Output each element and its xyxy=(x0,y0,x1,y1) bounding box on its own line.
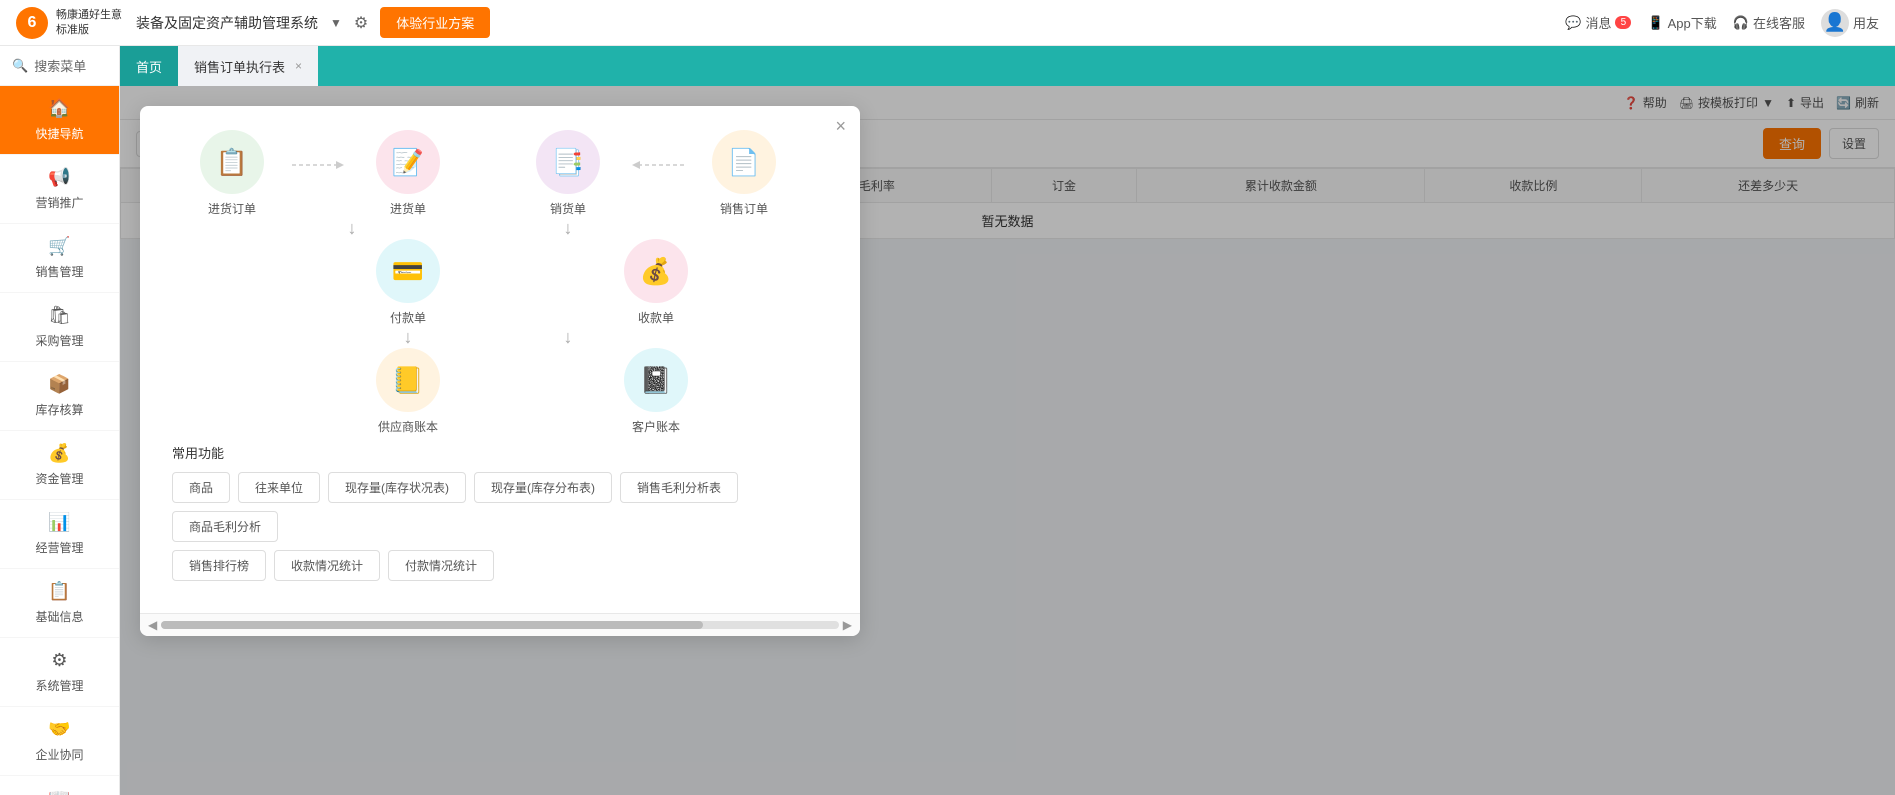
modal-overlay: × 📋 xyxy=(120,86,1895,795)
scroll-right-button[interactable]: ▶ xyxy=(843,618,852,632)
tab-bar: 首页 销售订单执行表 × xyxy=(120,46,1895,86)
customer-circle[interactable]: 📓 xyxy=(624,348,688,412)
purchase-order-circle[interactable]: 📋 xyxy=(200,130,264,194)
purchase-bill-label: 进货单 xyxy=(390,200,426,217)
message-badge: 5 xyxy=(1615,16,1631,29)
message-button[interactable]: 💬 消息 5 xyxy=(1565,13,1631,32)
supplier-label: 供应商账本 xyxy=(378,418,438,435)
purchase-order-label: 进货订单 xyxy=(208,200,256,217)
enterprise-icon: 🤝 xyxy=(48,719,70,740)
func-btn-stock-status[interactable]: 现存量(库存状况表) xyxy=(328,472,466,503)
gear-button[interactable]: ⚙ xyxy=(354,13,368,33)
modal-box: × 📋 xyxy=(140,106,860,636)
sidebar-item-purchase[interactable]: 🛍 采购管理 xyxy=(0,293,119,362)
sidebar: 🔍 搜索菜单 🏠 快捷导航 📢 营销推广 🛒 销售管理 🛍 采购管理 📦 库存核… xyxy=(0,46,120,795)
app-download-button[interactable]: 📱 App下载 xyxy=(1647,13,1716,32)
sales-order-label: 销售订单 xyxy=(720,200,768,217)
purchase-icon: 🛍 xyxy=(48,305,71,326)
flow-node-customer-account[interactable]: 📓 客户账本 xyxy=(596,348,716,435)
modal-close-button[interactable]: × xyxy=(835,116,846,137)
func-btn-receipt-stats[interactable]: 收款情况统计 xyxy=(274,550,380,581)
operation-icon: 📊 xyxy=(48,512,70,533)
receipt-circle[interactable]: 💰 xyxy=(624,239,688,303)
top-header: 6 畅康通好生意 标准版 装备及固定资产辅助管理系统 ▼ ⚙ 体验行业方案 💬 … xyxy=(0,0,1895,46)
flow-node-purchase-order[interactable]: 📋 进货订单 xyxy=(172,130,292,217)
tab-home[interactable]: 首页 xyxy=(120,46,178,86)
sidebar-item-quick-nav[interactable]: 🏠 快捷导航 xyxy=(0,86,119,155)
arrow-sales-order-to-bill xyxy=(628,157,684,173)
payment-circle[interactable]: 💳 xyxy=(376,239,440,303)
scrollbar-thumb xyxy=(161,621,703,629)
sales-bill-label: 销货单 xyxy=(550,200,586,217)
sidebar-search[interactable]: 🔍 搜索菜单 xyxy=(0,46,119,86)
sales-order-circle[interactable]: 📄 xyxy=(712,130,776,194)
app-icon: 📱 xyxy=(1647,15,1663,31)
purchase-bill-circle[interactable]: 📝 xyxy=(376,130,440,194)
logo-area: 6 畅康通好生意 标准版 xyxy=(16,7,136,39)
sales-icon: 🛒 xyxy=(48,236,70,257)
supplier-circle[interactable]: 📒 xyxy=(376,348,440,412)
logo-text: 畅康通好生意 标准版 xyxy=(56,8,122,37)
avatar: 👤 xyxy=(1821,9,1849,37)
sidebar-item-system[interactable]: ⚙ 系统管理 xyxy=(0,638,119,707)
online-service-button[interactable]: 🎧 在线客服 xyxy=(1733,13,1805,32)
base-icon: 📋 xyxy=(48,581,70,602)
header-main: 装备及固定资产辅助管理系统 ▼ ⚙ 体验行业方案 xyxy=(136,7,1565,38)
flow-node-payment[interactable]: 💳 付款单 xyxy=(348,239,468,326)
user-area[interactable]: 👤 用友 xyxy=(1821,9,1879,37)
search-icon: 🔍 xyxy=(12,58,28,74)
flow-node-receipt[interactable]: 💰 收款单 xyxy=(596,239,716,326)
func-btn-sales-rank[interactable]: 销售排行榜 xyxy=(172,550,266,581)
main-layout: 🔍 搜索菜单 🏠 快捷导航 📢 营销推广 🛒 销售管理 🛍 采购管理 📦 库存核… xyxy=(0,46,1895,795)
sales-bill-circle[interactable]: 📑 xyxy=(536,130,600,194)
content-area: 首页 销售订单执行表 × ❓ 帮助 🖨 按模板打印 ▼ xyxy=(120,46,1895,795)
newbie-icon: 📖 xyxy=(48,788,70,795)
sidebar-item-operation[interactable]: 📊 经营管理 xyxy=(0,500,119,569)
func-btn-payment-stats[interactable]: 付款情况统计 xyxy=(388,550,494,581)
service-icon: 🎧 xyxy=(1733,15,1749,31)
flow-node-supplier-account[interactable]: 📒 供应商账本 xyxy=(348,348,468,435)
func-buttons-row2: 销售排行榜 收款情况统计 付款情况统计 xyxy=(172,550,828,581)
logo-icon: 6 xyxy=(16,7,48,39)
func-btn-goods-gross[interactable]: 商品毛利分析 xyxy=(172,511,278,542)
func-btn-stock-dist[interactable]: 现存量(库存分布表) xyxy=(474,472,612,503)
page-content: ❓ 帮助 🖨 按模板打印 ▼ ⬆ 导出 🔄 刷新 xyxy=(120,86,1895,795)
sidebar-item-base[interactable]: 📋 基础信息 xyxy=(0,569,119,638)
flow-node-purchase-bill[interactable]: 📝 进货单 xyxy=(348,130,468,217)
customer-label: 客户账本 xyxy=(632,418,680,435)
marketing-icon: 📢 xyxy=(48,167,70,188)
func-buttons-row1: 商品 往来单位 现存量(库存状况表) 现存量(库存分布表) 销售毛利分析表 商品… xyxy=(172,472,828,542)
tab-close-icon[interactable]: × xyxy=(295,59,302,73)
sidebar-item-sales[interactable]: 🛒 销售管理 xyxy=(0,224,119,293)
func-btn-goods[interactable]: 商品 xyxy=(172,472,230,503)
common-title: 常用功能 xyxy=(172,443,828,462)
modal-scrollbar: ◀ ▶ xyxy=(140,613,860,636)
func-btn-sales-gross[interactable]: 销售毛利分析表 xyxy=(620,472,738,503)
system-dropdown-button[interactable]: ▼ xyxy=(330,16,342,30)
home-icon: 🏠 xyxy=(48,98,70,119)
finance-icon: 💰 xyxy=(48,443,70,464)
sidebar-item-enterprise[interactable]: 🤝 企业协同 xyxy=(0,707,119,776)
common-functions: 常用功能 商品 往来单位 现存量(库存状况表) 现存量(库存分布表) 销售毛利分… xyxy=(172,443,828,581)
system-icon: ⚙ xyxy=(51,650,67,671)
func-btn-partners[interactable]: 往来单位 xyxy=(238,472,320,503)
scroll-left-button[interactable]: ◀ xyxy=(148,618,157,632)
inventory-icon: 📦 xyxy=(48,374,70,395)
receipt-label: 收款单 xyxy=(638,309,674,326)
sidebar-item-inventory[interactable]: 📦 库存核算 xyxy=(0,362,119,431)
experience-button[interactable]: 体验行业方案 xyxy=(380,7,490,38)
sidebar-item-marketing[interactable]: 📢 营销推广 xyxy=(0,155,119,224)
system-title: 装备及固定资产辅助管理系统 xyxy=(136,13,318,33)
tab-sales-order[interactable]: 销售订单执行表 × xyxy=(178,46,318,86)
flow-node-sales-bill[interactable]: 📑 销货单 xyxy=(508,130,628,217)
sidebar-item-finance[interactable]: 💰 资金管理 xyxy=(0,431,119,500)
modal-content: 📋 进货订单 xyxy=(140,106,860,613)
payment-label: 付款单 xyxy=(390,309,426,326)
scrollbar-track xyxy=(161,621,839,629)
message-icon: 💬 xyxy=(1565,15,1581,31)
flow-node-sales-order[interactable]: 📄 销售订单 xyxy=(684,130,804,217)
arrow-purchase-to-bill xyxy=(292,157,348,173)
header-right: 💬 消息 5 📱 App下载 🎧 在线客服 👤 用友 xyxy=(1565,9,1879,37)
sidebar-item-newbie[interactable]: 📖 新手引导 xyxy=(0,776,119,795)
